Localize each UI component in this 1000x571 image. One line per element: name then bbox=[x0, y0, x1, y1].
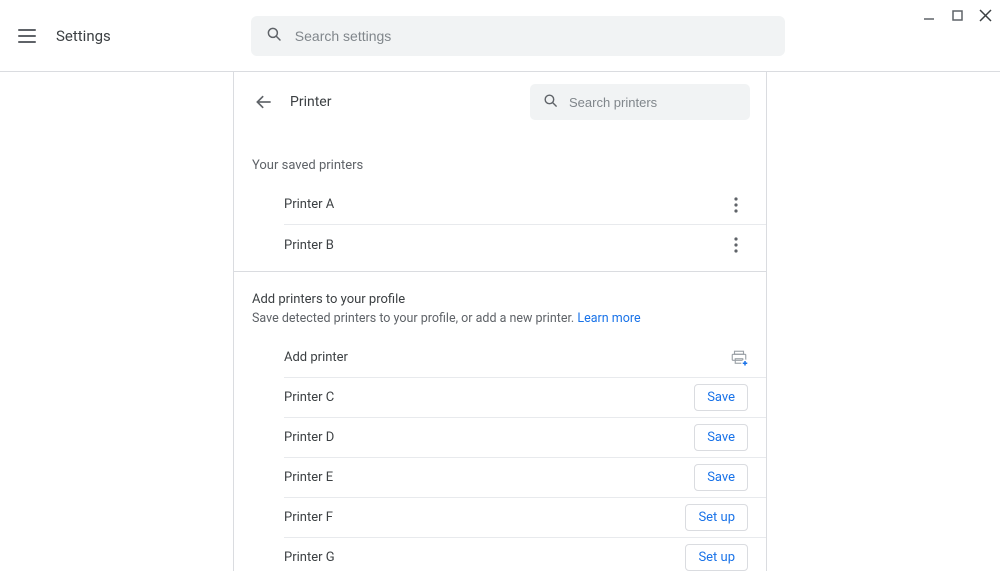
add-printers-heading: Add printers to your profile bbox=[252, 292, 748, 307]
more-vert-icon[interactable] bbox=[726, 235, 746, 255]
saved-printers-heading: Your saved printers bbox=[234, 132, 766, 185]
add-printers-subtext-text: Save detected printers to your profile, … bbox=[252, 311, 574, 326]
saved-printer-row: Printer A bbox=[284, 185, 766, 225]
add-printers-list: Add printer Printer C Save Printer D Sav… bbox=[234, 326, 766, 571]
app-header: Settings bbox=[0, 0, 1000, 72]
save-button[interactable]: Save bbox=[694, 464, 748, 491]
window-controls bbox=[922, 8, 992, 22]
close-button[interactable] bbox=[978, 8, 992, 22]
more-vert-icon[interactable] bbox=[726, 195, 746, 215]
search-settings-input[interactable] bbox=[295, 28, 771, 44]
printer-name: Printer E bbox=[284, 470, 333, 485]
maximize-button[interactable] bbox=[950, 8, 964, 22]
save-button[interactable]: Save bbox=[694, 384, 748, 411]
menu-button[interactable] bbox=[18, 27, 36, 45]
search-printers-box[interactable] bbox=[530, 84, 750, 120]
printer-name: Printer B bbox=[284, 238, 334, 253]
setup-button[interactable]: Set up bbox=[685, 504, 748, 531]
available-printer-row: Printer F Set up bbox=[284, 498, 766, 538]
add-printers-heading-block: Add printers to your profile Save detect… bbox=[234, 272, 766, 326]
add-printer-label: Add printer bbox=[284, 350, 348, 365]
search-printers-input[interactable] bbox=[569, 95, 745, 110]
printer-name: Printer F bbox=[284, 510, 333, 525]
printer-name: Printer G bbox=[284, 550, 335, 565]
saved-printer-row: Printer B bbox=[284, 225, 766, 265]
available-printer-row: Printer C Save bbox=[284, 378, 766, 418]
search-settings-box[interactable] bbox=[251, 16, 785, 56]
add-printer-icon[interactable] bbox=[730, 349, 748, 367]
save-button[interactable]: Save bbox=[694, 424, 748, 451]
back-button[interactable] bbox=[252, 90, 276, 114]
printer-name: Printer A bbox=[284, 197, 334, 212]
available-printer-row: Printer D Save bbox=[284, 418, 766, 458]
app-title: Settings bbox=[56, 27, 111, 45]
add-printers-subtext: Save detected printers to your profile, … bbox=[252, 311, 748, 326]
page-header: Printer bbox=[234, 72, 766, 132]
available-printer-row: Printer G Set up bbox=[284, 538, 766, 571]
add-printer-row[interactable]: Add printer bbox=[284, 338, 766, 378]
page-title: Printer bbox=[290, 94, 530, 110]
search-icon bbox=[265, 25, 283, 47]
minimize-button[interactable] bbox=[922, 8, 936, 22]
setup-button[interactable]: Set up bbox=[685, 544, 748, 571]
learn-more-link[interactable]: Learn more bbox=[577, 311, 640, 326]
printer-name: Printer C bbox=[284, 390, 334, 405]
printer-name: Printer D bbox=[284, 430, 334, 445]
saved-printers-list: Printer A Printer B bbox=[234, 185, 766, 265]
available-printer-row: Printer E Save bbox=[284, 458, 766, 498]
settings-subpage: Printer Your saved printers Printer A Pr… bbox=[233, 72, 767, 571]
search-icon bbox=[542, 92, 559, 113]
